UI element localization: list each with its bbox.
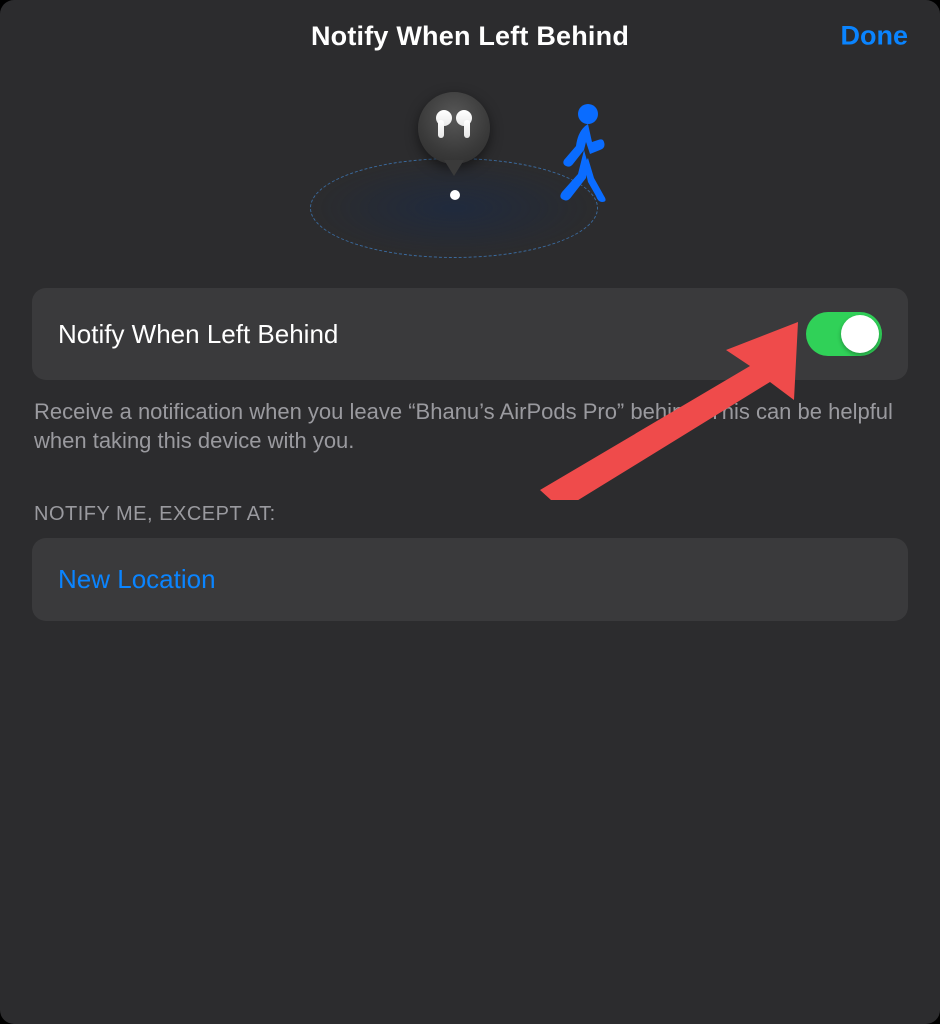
center-dot-icon: [450, 190, 460, 200]
modal-header: Notify When Left Behind Done: [0, 0, 940, 72]
notify-toggle-row[interactable]: Notify When Left Behind: [32, 288, 908, 380]
settings-modal: Notify When Left Behind Done: [0, 0, 940, 1024]
airpods-icon: [436, 110, 472, 140]
new-location-button[interactable]: New Location: [58, 564, 882, 595]
notify-toggle-switch[interactable]: [806, 312, 882, 356]
walking-person-icon: [548, 102, 614, 202]
exceptions-header: NOTIFY ME, EXCEPT AT:: [34, 503, 906, 526]
notify-toggle-description: Receive a notification when you leave “B…: [34, 398, 906, 455]
device-pin-icon: [418, 92, 490, 164]
toggle-knob: [841, 315, 879, 353]
page-title: Notify When Left Behind: [311, 21, 629, 52]
done-button[interactable]: Done: [841, 21, 909, 52]
new-location-row[interactable]: New Location: [32, 538, 908, 621]
hero-illustration: [0, 82, 940, 262]
hero-inner: [310, 82, 630, 262]
notify-toggle-label: Notify When Left Behind: [58, 319, 338, 350]
notify-toggle-group: Notify When Left Behind: [32, 288, 908, 380]
